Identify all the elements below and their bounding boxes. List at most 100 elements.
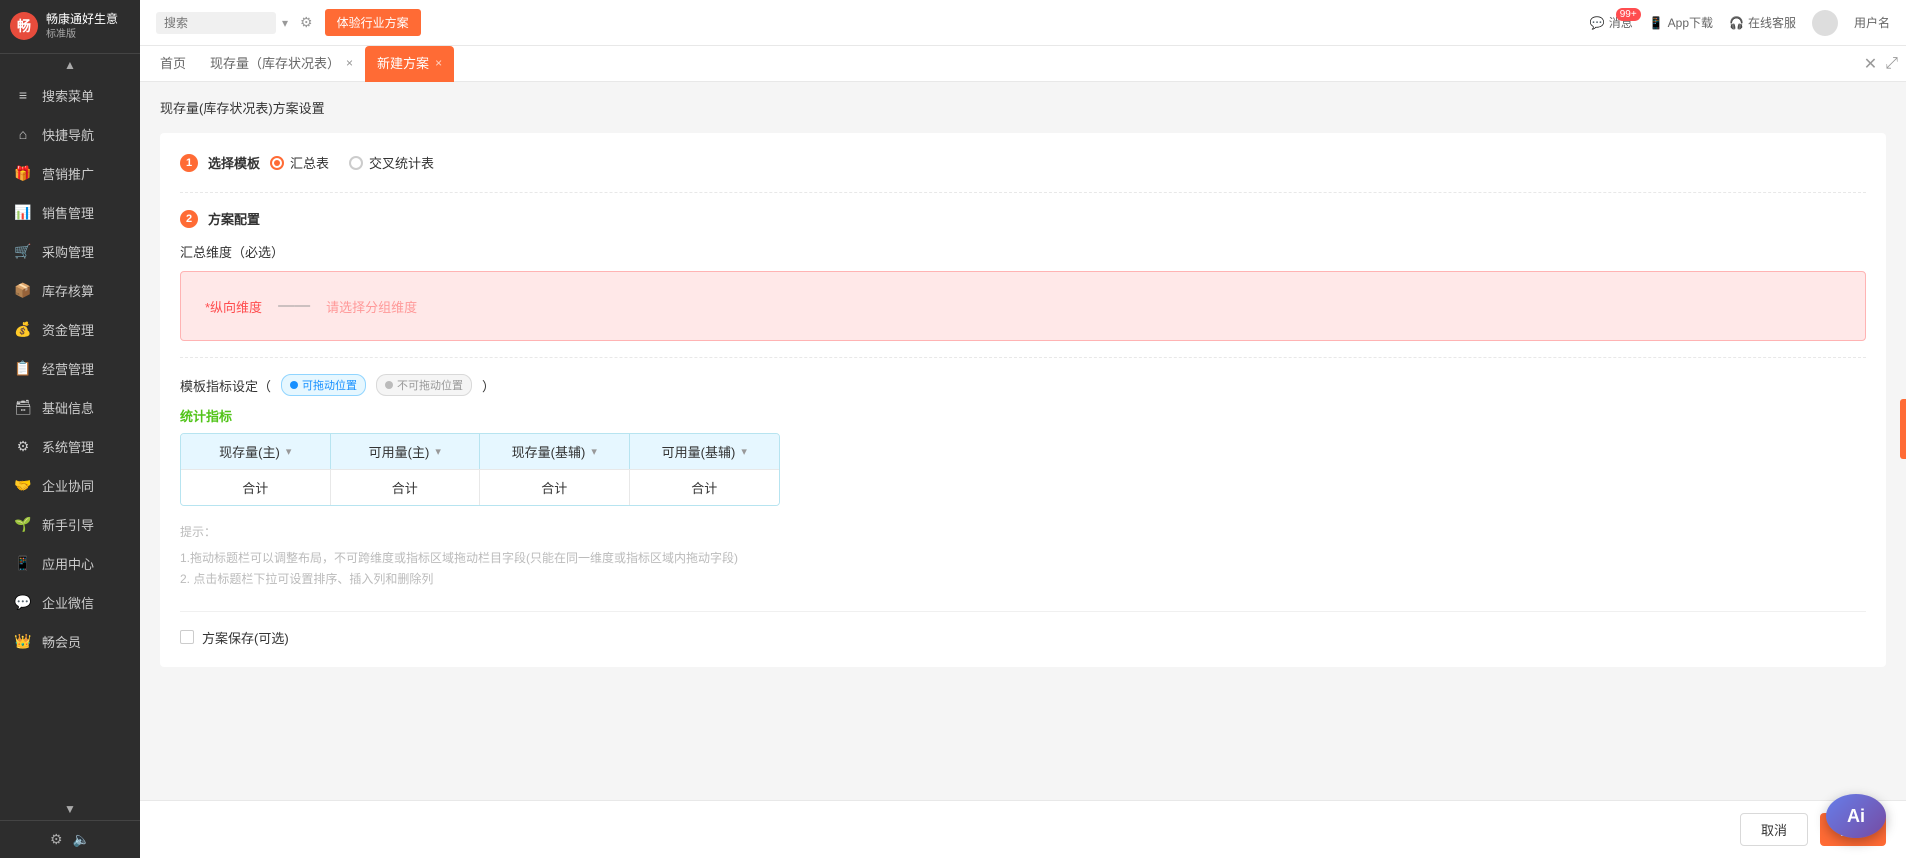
operations-icon: 📋 — [14, 359, 32, 377]
sidebar-item-operations[interactable]: 📋 经营管理 — [0, 349, 140, 388]
sidebar-nav: ≡ 搜索菜单 ⌂ 快捷导航 🎁 营销推广 📊 销售管理 🛒 采购管理 📦 库存核… — [0, 76, 140, 798]
main-area: ▾ ⚙ 体验行业方案 💬 消息 99+ 📱 App下载 🎧 在线客服 用户名 — [140, 0, 1906, 858]
sidebar-item-basic-info[interactable]: 🗃 基础信息 — [0, 388, 140, 427]
member-icon: 👑 — [14, 632, 32, 650]
window-expand-button[interactable]: ⤢ — [1885, 55, 1898, 73]
gear-icon[interactable]: ⚙ — [300, 14, 313, 31]
wechat-icon: 💬 — [14, 593, 32, 611]
basic-info-icon: 🗃 — [14, 398, 32, 416]
phone-icon: 📱 — [1649, 16, 1664, 30]
step2-num: 2 — [180, 210, 198, 228]
newcomer-icon: 🌱 — [14, 515, 32, 533]
inventory-icon: 📦 — [14, 281, 32, 299]
col2-chevron-icon[interactable]: ▾ — [591, 445, 597, 458]
step1-num: 1 — [180, 154, 198, 172]
tab-home[interactable]: 首页 — [148, 46, 198, 82]
messages-btn[interactable]: 💬 消息 99+ — [1590, 14, 1633, 31]
dimension-label: 汇总维度（必选） — [180, 242, 1866, 261]
col-header-2[interactable]: 现存量(基辅) ▾ — [480, 434, 630, 469]
non-draggable-badge: 不可拖动位置 — [376, 374, 472, 396]
sidebar-item-wechat[interactable]: 💬 企业微信 — [0, 583, 140, 622]
sidebar-scroll-down[interactable]: ▼ — [0, 798, 140, 820]
sidebar-item-sales[interactable]: 📊 销售管理 — [0, 193, 140, 232]
tab-inventory[interactable]: 现存量（库存状况表） × — [198, 46, 365, 82]
tab-inventory-close[interactable]: × — [346, 56, 353, 70]
step2-section: 2 方案配置 汇总维度（必选） *纵向维度 —— 请选择分组维度 模板指标设定（ — [180, 209, 1866, 591]
audio-button[interactable]: 🔈 — [73, 831, 90, 848]
finance-icon: 💰 — [14, 320, 32, 338]
system-icon: ⚙ — [14, 437, 32, 455]
dimension-placeholder: 请选择分组维度 — [326, 297, 417, 316]
sidebar-item-member[interactable]: 👑 畅会员 — [0, 622, 140, 661]
sidebar-item-search-menu[interactable]: ≡ 搜索菜单 — [0, 76, 140, 115]
app-logo-text: 畅康通好生意 标准版 — [46, 12, 118, 41]
cell-3: 合计 — [630, 469, 780, 505]
col0-chevron-icon[interactable]: ▾ — [286, 445, 292, 458]
dimension-arrow: —— — [278, 297, 310, 315]
cell-1: 合计 — [331, 469, 481, 505]
chevron-down-icon[interactable]: ▾ — [282, 16, 288, 30]
col1-chevron-icon[interactable]: ▾ — [435, 445, 441, 458]
step2-header: 2 方案配置 — [180, 209, 1866, 228]
sidebar-item-system[interactable]: ⚙ 系统管理 — [0, 427, 140, 466]
content-area: 现存量(库存状况表)方案设置 1 选择模板 汇总表 交叉统计表 — [140, 82, 1906, 800]
tab-new-scheme-close[interactable]: × — [435, 56, 442, 70]
radio-cross-circle — [349, 156, 363, 170]
cancel-button[interactable]: 取消 — [1740, 813, 1808, 846]
sidebar-item-finance[interactable]: 💰 资金管理 — [0, 310, 140, 349]
headset-icon: 🎧 — [1729, 16, 1744, 30]
sidebar-item-enterprise[interactable]: 🤝 企业协同 — [0, 466, 140, 505]
sidebar-logo: 畅 畅康通好生意 标准版 — [0, 0, 140, 54]
cell-2: 合计 — [480, 469, 630, 505]
sidebar-item-purchase[interactable]: 🛒 采购管理 — [0, 232, 140, 271]
footer: 取消 查询 — [140, 800, 1906, 858]
sidebar-item-marketing[interactable]: 🎁 营销推广 — [0, 154, 140, 193]
tips-section: 提示： 1.拖动标题栏可以调整布局，不可跨维度或指标区域拖动栏目字段(只能在同一… — [180, 522, 1866, 591]
save-option: 方案保存(可选) — [180, 611, 1866, 647]
right-edge-handle[interactable] — [1900, 399, 1906, 459]
tabs-window-controls: ✕ ⤢ — [1864, 54, 1898, 74]
dimension-box[interactable]: *纵向维度 —— 请选择分组维度 — [180, 271, 1866, 341]
avatar — [1812, 10, 1838, 36]
app-download-btn[interactable]: 📱 App下载 — [1649, 14, 1713, 31]
cell-0: 合计 — [181, 469, 331, 505]
sales-icon: 📊 — [14, 203, 32, 221]
save-label: 方案保存(可选) — [202, 628, 289, 647]
col-header-3[interactable]: 可用量(基辅) ▾ — [630, 434, 780, 469]
window-close-button[interactable]: ✕ — [1864, 54, 1877, 74]
sidebar-item-newcomer[interactable]: 🌱 新手引导 — [0, 505, 140, 544]
col3-chevron-icon[interactable]: ▾ — [741, 445, 747, 458]
service-btn[interactable]: 🎧 在线客服 — [1729, 14, 1796, 31]
draggable-dot — [290, 381, 298, 389]
app-logo-icon: 畅 — [10, 12, 38, 40]
page-title: 现存量(库存状况表)方案设置 — [160, 98, 1886, 117]
draggable-badge: 可拖动位置 — [281, 374, 366, 396]
divider-1 — [180, 192, 1866, 193]
step1-section: 1 选择模板 汇总表 交叉统计表 — [180, 153, 1866, 172]
message-icon: 💬 — [1590, 16, 1605, 30]
sidebar-item-quick-nav[interactable]: ⌂ 快捷导航 — [0, 115, 140, 154]
topbar-right: 💬 消息 99+ 📱 App下载 🎧 在线客服 用户名 — [1590, 10, 1890, 36]
stats-table-header: 现存量(主) ▾ 可用量(主) ▾ 现存量(基辅) ▾ 可用量(基辅) — [181, 434, 779, 469]
col-header-0[interactable]: 现存量(主) ▾ — [181, 434, 331, 469]
search-input[interactable] — [156, 12, 276, 34]
col-header-1[interactable]: 可用量(主) ▾ — [331, 434, 481, 469]
settings-button[interactable]: ⚙ — [50, 831, 63, 848]
template-radio-group: 汇总表 交叉统计表 — [270, 153, 434, 172]
app-center-icon: 📱 — [14, 554, 32, 572]
scheme-panel: 1 选择模板 汇总表 交叉统计表 — [160, 133, 1886, 667]
save-checkbox[interactable] — [180, 630, 194, 644]
radio-summary[interactable]: 汇总表 — [270, 153, 329, 172]
step1-header: 1 选择模板 汇总表 交叉统计表 — [180, 153, 1866, 172]
radio-cross[interactable]: 交叉统计表 — [349, 153, 434, 172]
industry-btn[interactable]: 体验行业方案 — [325, 9, 421, 36]
topbar-search: ▾ — [156, 12, 288, 34]
sidebar-item-inventory[interactable]: 📦 库存核算 — [0, 271, 140, 310]
non-draggable-dot — [385, 381, 393, 389]
ai-float-button[interactable]: Ai — [1826, 794, 1886, 838]
sidebar-scroll-up[interactable]: ▲ — [0, 54, 140, 76]
messages-badge: 99+ — [1616, 8, 1641, 21]
tab-new-scheme[interactable]: 新建方案 × — [365, 46, 454, 82]
sidebar-item-app-center[interactable]: 📱 应用中心 — [0, 544, 140, 583]
purchase-icon: 🛒 — [14, 242, 32, 260]
